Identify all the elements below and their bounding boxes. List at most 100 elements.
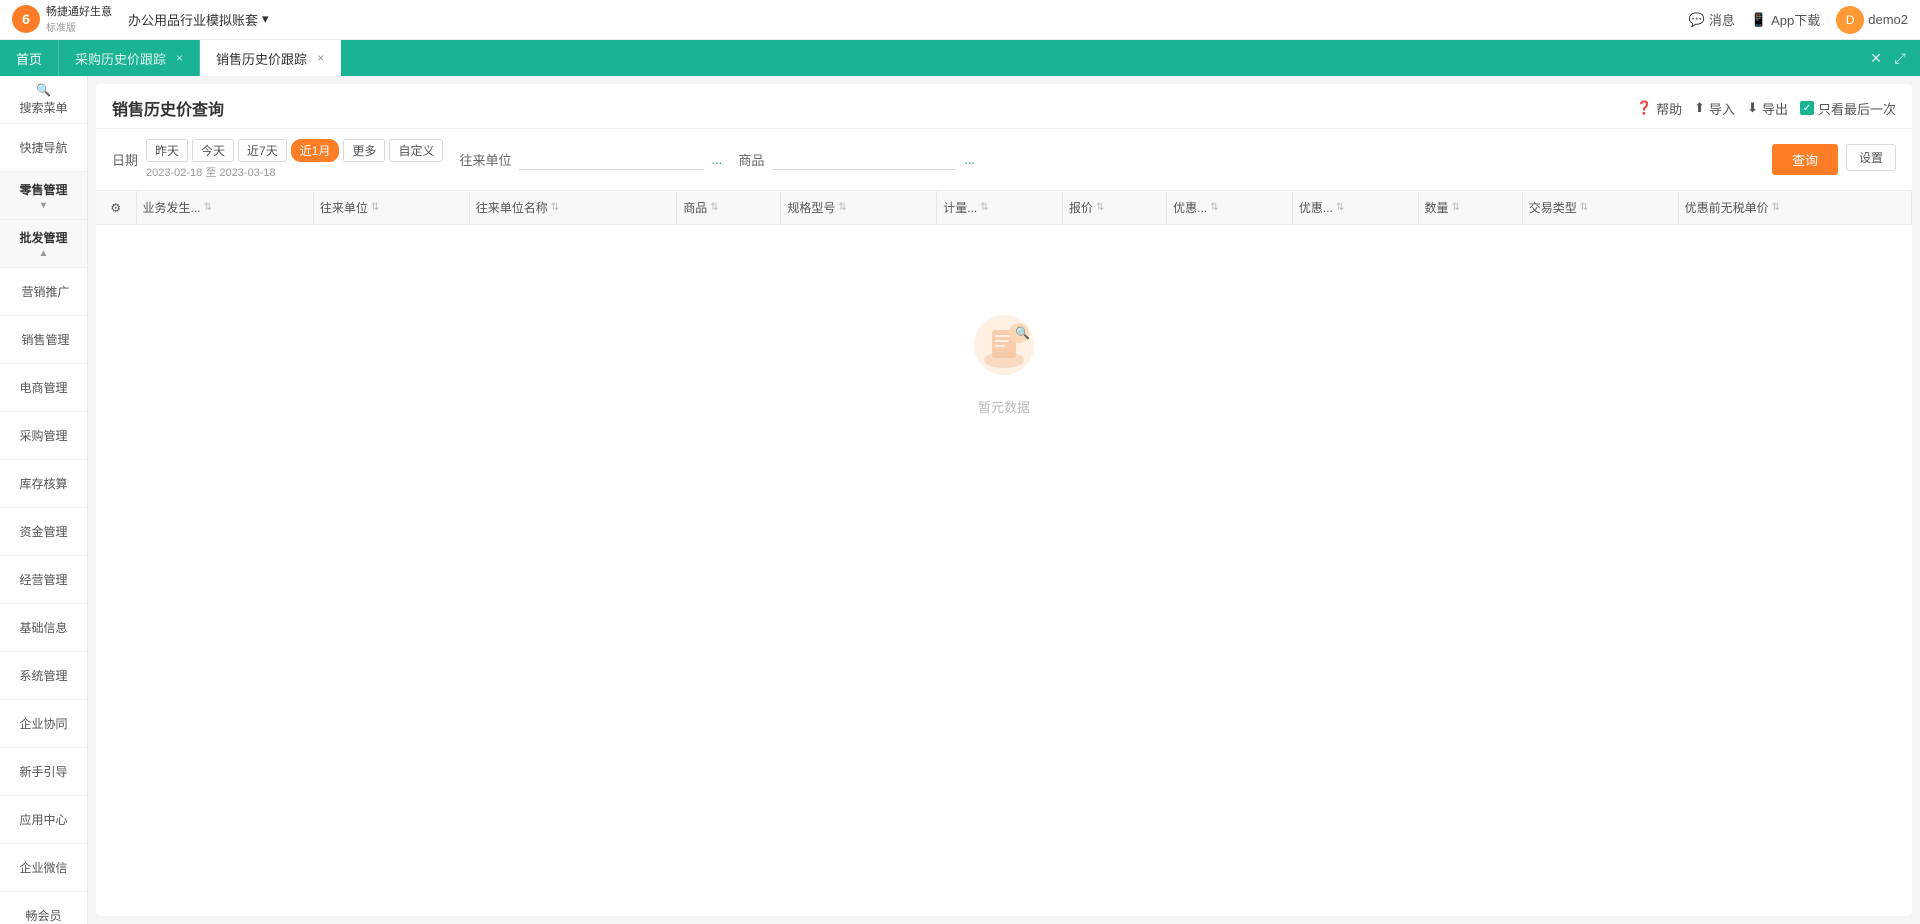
sidebar-item-quick-nav[interactable]: 快捷导航 xyxy=(0,124,87,172)
sidebar-item-finance[interactable]: 资金管理 xyxy=(0,508,87,556)
th-trade-type-label: 交易类型 xyxy=(1529,199,1577,216)
help-action[interactable]: ❓ 帮助 xyxy=(1636,99,1682,118)
unit-filter-dots[interactable]: ... xyxy=(711,152,722,167)
th-goods-label: 商品 xyxy=(683,199,707,216)
settings-col-icon[interactable]: ⚙ xyxy=(110,201,121,215)
tab-sales-close[interactable]: × xyxy=(317,51,324,65)
th-goods[interactable]: 商品 ⇅ xyxy=(677,191,781,225)
date-btn-yesterday[interactable]: 昨天 xyxy=(146,139,188,162)
th-settings: ⚙ xyxy=(96,191,136,225)
app-download-action[interactable]: 📱 App下载 xyxy=(1751,10,1820,29)
th-discount2[interactable]: 优惠... ⇅ xyxy=(1292,191,1418,225)
sidebar-item-wechat[interactable]: 企业微信 xyxy=(0,844,87,892)
page-title: 销售历史价查询 xyxy=(112,96,224,120)
logo-text-area: 畅捷通好生意 标准版 xyxy=(46,5,112,34)
sidebar-item-appstore[interactable]: 应用中心 xyxy=(0,796,87,844)
date-range-text: 2023-02-18 至 2023-03-18 xyxy=(146,164,443,180)
th-discount1[interactable]: 优惠... ⇅ xyxy=(1167,191,1293,225)
sidebar-item-wholesale[interactable]: 批发管理 ▲ xyxy=(0,220,87,268)
th-trade-type[interactable]: 交易类型 ⇅ xyxy=(1522,191,1678,225)
th-unit-code[interactable]: 往来单位 ⇅ xyxy=(313,191,469,225)
sidebar-item-purchase[interactable]: 采购管理 xyxy=(0,412,87,460)
sidebar-item-newbie[interactable]: 新手引导 xyxy=(0,748,87,796)
settings-button[interactable]: 设置 xyxy=(1846,144,1896,171)
th-discount1-label: 优惠... xyxy=(1173,199,1207,216)
import-action[interactable]: ⬆ 导入 xyxy=(1694,99,1735,118)
tab-purchase-close[interactable]: × xyxy=(176,51,183,65)
sidebar-item-sales-mgmt[interactable]: 销售管理 xyxy=(0,316,87,364)
sidebar-retail-label: 零售管理 xyxy=(19,181,67,198)
th-unit-name[interactable]: 往来单位名称 ⇅ xyxy=(469,191,677,225)
close-window-btn[interactable]: ✕ xyxy=(1868,50,1884,66)
avatar: D xyxy=(1836,6,1864,34)
header-left: 6 畅捷通好生意 标准版 办公用品行业模拟账套 ▾ xyxy=(12,5,277,34)
date-btn-more[interactable]: 更多 xyxy=(343,139,385,162)
window-controls: ✕ ⤢ xyxy=(1856,40,1920,76)
date-btn-custom[interactable]: 自定义 xyxy=(389,139,443,162)
unit-filter-input[interactable] xyxy=(519,150,703,170)
date-btn-today[interactable]: 今天 xyxy=(192,139,234,162)
sidebar-marketing-label: 营销推广 xyxy=(21,283,69,300)
sidebar-item-search[interactable]: 🔍 搜索菜单 xyxy=(0,76,87,124)
only-last-checkbox[interactable]: ✓ 只看最后一次 xyxy=(1800,99,1896,118)
unit-filter-group: 往来单位 ... xyxy=(459,150,722,170)
sidebar-item-retail[interactable]: 零售管理 ▾ xyxy=(0,172,87,220)
th-spec[interactable]: 规格型号 ⇅ xyxy=(781,191,937,225)
th-biz-date-label: 业务发生... xyxy=(143,199,201,216)
th-pretax-price-sort: ⇅ xyxy=(1772,202,1780,213)
only-last-label: 只看最后一次 xyxy=(1818,99,1896,118)
date-btn-1month[interactable]: 近1月 xyxy=(291,139,340,162)
th-unit-measure[interactable]: 计量... ⇅ xyxy=(937,191,1063,225)
sidebar-appstore-label: 应用中心 xyxy=(19,811,67,828)
phone-icon: 📱 xyxy=(1751,12,1767,28)
sidebar-system-label: 系统管理 xyxy=(19,667,67,684)
sidebar-item-ecommerce[interactable]: 电商管理 xyxy=(0,364,87,412)
sidebar-item-inventory[interactable]: 库存核算 xyxy=(0,460,87,508)
sidebar-basic-info-label: 基础信息 xyxy=(19,619,67,636)
import-label: 导入 xyxy=(1709,99,1735,118)
logo-title: 畅捷通好生意 xyxy=(46,5,112,19)
th-price[interactable]: 报价 ⇅ xyxy=(1062,191,1166,225)
tab-purchase[interactable]: 采购历史价跟踪 × xyxy=(59,40,200,76)
sidebar-quick-nav-label: 快捷导航 xyxy=(19,139,67,156)
filter-right: 查询 设置 xyxy=(1772,144,1896,175)
th-pretax-price[interactable]: 优惠前无税单价 ⇅ xyxy=(1678,191,1911,225)
date-options-group: 昨天 今天 近7天 近1月 更多 自定义 2023-02-18 至 2023-0… xyxy=(146,139,443,180)
th-biz-date[interactable]: 业务发生... ⇅ xyxy=(136,191,313,225)
goods-filter-dots[interactable]: ... xyxy=(964,152,975,167)
filter-bar: 日期 昨天 今天 近7天 近1月 更多 自定义 2023-02-18 至 202… xyxy=(96,129,1912,191)
sidebar-item-marketing[interactable]: 营销推广 xyxy=(0,268,87,316)
goods-filter-input[interactable] xyxy=(772,150,956,170)
workspace-selector[interactable]: 办公用品行业模拟账套 ▾ xyxy=(120,10,277,29)
sidebar-item-member[interactable]: 畅会员 xyxy=(0,892,87,924)
message-action[interactable]: 💬 消息 xyxy=(1689,10,1735,29)
sidebar-item-basic-info[interactable]: 基础信息 xyxy=(0,604,87,652)
th-qty[interactable]: 数量 ⇅ xyxy=(1418,191,1522,225)
th-qty-label: 数量 xyxy=(1425,199,1449,216)
import-icon: ⬆ xyxy=(1694,100,1705,116)
logo-subtitle: 标准版 xyxy=(46,19,112,34)
table-wrapper: ⚙ 业务发生... ⇅ 往来单位 xyxy=(96,191,1912,916)
export-action[interactable]: ⬇ 导出 xyxy=(1747,99,1788,118)
tab-sales[interactable]: 销售历史价跟踪 × xyxy=(200,40,341,76)
sidebar-ecommerce-label: 电商管理 xyxy=(19,379,67,396)
maximize-window-btn[interactable]: ⤢ xyxy=(1892,50,1908,66)
message-label: 消息 xyxy=(1709,10,1735,29)
sidebar-item-enterprise[interactable]: 企业协同 xyxy=(0,700,87,748)
sidebar-item-operation[interactable]: 经营管理 xyxy=(0,556,87,604)
top-header: 6 畅捷通好生意 标准版 办公用品行业模拟账套 ▾ 💬 消息 📱 App下载 D… xyxy=(0,0,1920,40)
th-spec-label: 规格型号 xyxy=(787,199,835,216)
message-icon: 💬 xyxy=(1689,12,1705,28)
th-unit-name-sort: ⇅ xyxy=(551,202,559,213)
date-btn-7days[interactable]: 近7天 xyxy=(238,139,287,162)
wholesale-expand-icon: ▲ xyxy=(39,248,49,259)
sidebar-wechat-label: 企业微信 xyxy=(19,859,67,876)
workspace-label: 办公用品行业模拟账套 xyxy=(128,10,258,29)
user-area[interactable]: D demo2 xyxy=(1836,6,1908,34)
sidebar-member-label: 畅会员 xyxy=(25,907,61,924)
query-button[interactable]: 查询 xyxy=(1772,144,1838,175)
sidebar-item-system[interactable]: 系统管理 xyxy=(0,652,87,700)
sidebar-inventory-label: 库存核算 xyxy=(19,475,67,492)
th-spec-sort: ⇅ xyxy=(838,202,846,213)
tab-home[interactable]: 首页 xyxy=(0,40,59,76)
